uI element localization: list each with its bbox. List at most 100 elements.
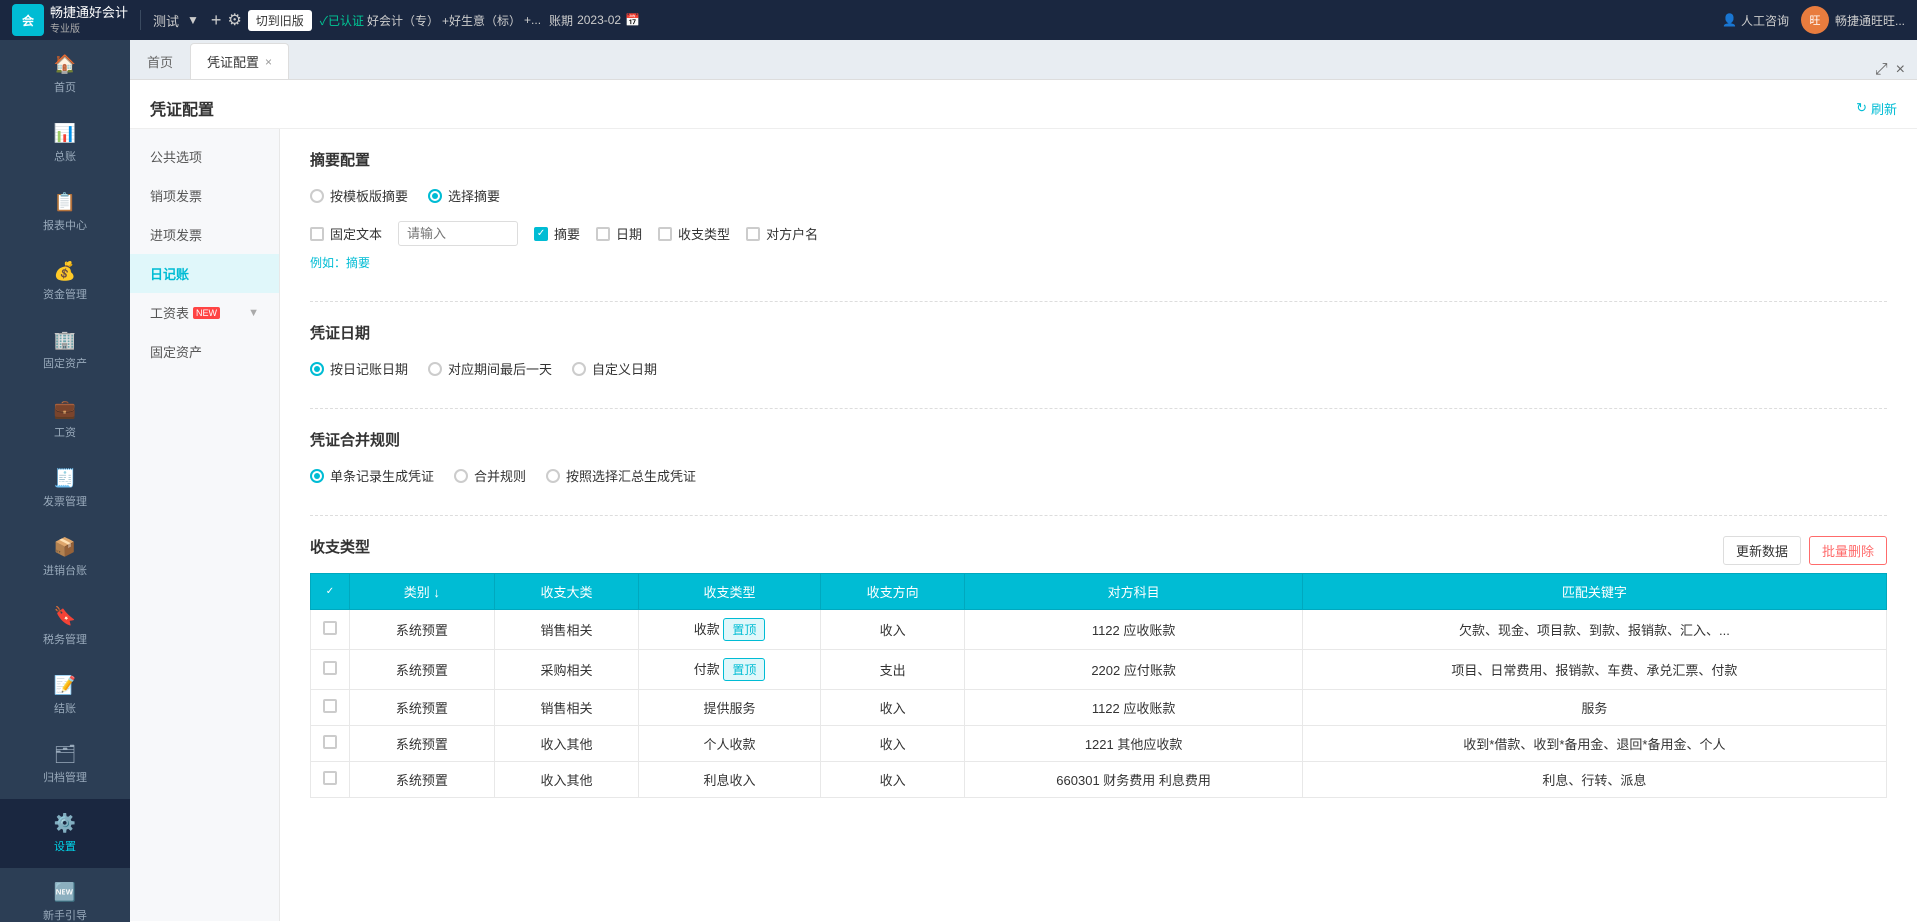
col-type: 收支类型 bbox=[639, 574, 821, 610]
row5-account: 660301 财务费用 利息费用 bbox=[965, 762, 1302, 798]
sidebar-item-settings[interactable]: ⚙️ 设置 bbox=[0, 799, 130, 868]
row5-direction: 收入 bbox=[820, 762, 965, 798]
sidebar-item-archive[interactable]: 🗂 归档管理 bbox=[0, 730, 130, 799]
left-nav-assets[interactable]: 固定资产 bbox=[130, 332, 279, 371]
checkbox-counterparty[interactable]: 对方户名 bbox=[746, 224, 818, 243]
sidebar-item-home[interactable]: 🏠 首页 bbox=[0, 40, 130, 109]
radio-template-summary[interactable]: 按模板版摘要 bbox=[310, 186, 408, 205]
logo-sub: 专业版 bbox=[50, 20, 128, 35]
merge-rules-title: 凭证合并规则 bbox=[310, 429, 1887, 450]
radio-journal-date-circle bbox=[310, 362, 324, 376]
close-books-icon: 📝 bbox=[54, 675, 76, 696]
col-category: 类别 ↓ bbox=[350, 574, 495, 610]
col-direction: 收支方向 bbox=[820, 574, 965, 610]
radio-period-last[interactable]: 对应期间最后一天 bbox=[428, 359, 552, 378]
user-menu[interactable]: 旺 畅捷通旺旺... bbox=[1801, 6, 1905, 34]
refresh-button[interactable]: ↻ 刷新 bbox=[1856, 99, 1897, 118]
left-nav-journal-label: 日记账 bbox=[150, 264, 189, 283]
table-row: 系统预置 收入其他 利息收入 收入 660301 财务费用 利息费用 利息、行转… bbox=[311, 762, 1887, 798]
radio-period-last-circle bbox=[428, 362, 442, 376]
left-nav-purchase-label: 进项发票 bbox=[150, 225, 202, 244]
col-checkbox[interactable]: ✓ bbox=[311, 574, 350, 610]
checkbox-fixed-text[interactable]: 固定文本 bbox=[310, 224, 382, 243]
avatar: 旺 bbox=[1801, 6, 1829, 34]
checkbox-counterparty-box bbox=[746, 227, 760, 241]
service-button[interactable]: 👤 人工咨询 bbox=[1722, 12, 1789, 29]
sidebar-item-funds[interactable]: 💰 资金管理 bbox=[0, 247, 130, 316]
table-action-row: 收支类型 更新数据 批量删除 bbox=[310, 536, 1887, 565]
left-nav-payroll[interactable]: 工资表 NEW ▼ bbox=[130, 293, 279, 332]
funds-icon: 💰 bbox=[54, 261, 76, 282]
row1-checkbox[interactable] bbox=[311, 610, 350, 650]
new-badge: NEW bbox=[193, 307, 220, 319]
sidebar-item-reports[interactable]: 📋 报表中心 bbox=[0, 178, 130, 247]
checkbox-type[interactable]: 收支类型 bbox=[658, 224, 730, 243]
tab-close-window-button[interactable]: × bbox=[1896, 61, 1905, 79]
row2-category: 系统预置 bbox=[350, 650, 495, 690]
row3-direction: 收入 bbox=[820, 690, 965, 726]
left-nav-sales[interactable]: 销项发票 bbox=[130, 176, 279, 215]
settings-icon[interactable]: ⚙ bbox=[227, 10, 241, 30]
radio-summary-generate[interactable]: 按照选择汇总生成凭证 bbox=[546, 466, 696, 485]
radio-merge-rules[interactable]: 合并规则 bbox=[454, 466, 526, 485]
table-body: 系统预置 销售相关 收款 置顶 收入 1122 应收账款 欠款、现金、项目款、到… bbox=[311, 610, 1887, 798]
tax-icon: 🔖 bbox=[54, 606, 76, 627]
left-nav-purchase[interactable]: 进项发票 bbox=[130, 215, 279, 254]
update-data-button[interactable]: 更新数据 bbox=[1723, 536, 1801, 565]
left-nav-assets-label: 固定资产 bbox=[150, 342, 202, 361]
row4-direction: 收入 bbox=[820, 726, 965, 762]
switch-version-button[interactable]: 切到旧版 bbox=[248, 10, 312, 31]
certified-tag: ✓已认证 好会计（专） +好生意（标） +... bbox=[320, 12, 541, 29]
row2-top-tag[interactable]: 置顶 bbox=[723, 658, 765, 681]
sidebar-item-purchase[interactable]: 📦 进销台账 bbox=[0, 523, 130, 592]
row4-major: 收入其他 bbox=[494, 726, 639, 762]
home-icon: 🏠 bbox=[54, 54, 76, 75]
checkbox-date[interactable]: 日期 bbox=[596, 224, 642, 243]
sidebar-item-tax[interactable]: 🔖 税务管理 bbox=[0, 592, 130, 661]
sidebar-item-payroll[interactable]: 💼 工资 bbox=[0, 385, 130, 454]
tab-voucher-config[interactable]: 凭证配置 × bbox=[190, 43, 289, 79]
period-info: 账期 2023-02 📅 bbox=[549, 12, 640, 29]
radio-journal-date[interactable]: 按日记账日期 bbox=[310, 359, 408, 378]
tab-home[interactable]: 首页 bbox=[130, 43, 190, 79]
row2-major: 采购相关 bbox=[494, 650, 639, 690]
sidebar-item-guide[interactable]: 🆕 新手引导 bbox=[0, 868, 130, 922]
row4-checkbox[interactable] bbox=[311, 726, 350, 762]
radio-select-label: 选择摘要 bbox=[448, 186, 500, 205]
tab-close-icon[interactable]: × bbox=[265, 55, 272, 69]
example-text: 例如：摘要 bbox=[310, 254, 1887, 271]
batch-delete-button[interactable]: 批量删除 bbox=[1809, 536, 1887, 565]
row5-checkbox[interactable] bbox=[311, 762, 350, 798]
sidebar-item-ledger[interactable]: 📊 总账 bbox=[0, 109, 130, 178]
radio-single-record[interactable]: 单条记录生成凭证 bbox=[310, 466, 434, 485]
calendar-icon[interactable]: 📅 bbox=[625, 13, 640, 27]
user-name: 畅捷通旺旺... bbox=[1835, 12, 1905, 29]
tab-voucher-label: 凭证配置 bbox=[207, 52, 259, 71]
row1-top-tag[interactable]: 置顶 bbox=[723, 618, 765, 641]
row1-major: 销售相关 bbox=[494, 610, 639, 650]
row2-account: 2202 应付账款 bbox=[965, 650, 1302, 690]
sidebar-item-assets[interactable]: 🏢 固定资产 bbox=[0, 316, 130, 385]
tab-maximize-button[interactable]: ⤢ bbox=[1875, 61, 1888, 79]
sidebar-item-invoice[interactable]: 🧾 发票管理 bbox=[0, 454, 130, 523]
radio-select-summary[interactable]: 选择摘要 bbox=[428, 186, 500, 205]
radio-custom-date-label: 自定义日期 bbox=[592, 359, 657, 378]
checkbox-abstract[interactable]: ✓ 摘要 bbox=[534, 224, 580, 243]
row3-account: 1122 应收账款 bbox=[965, 690, 1302, 726]
add-button[interactable]: + bbox=[211, 11, 222, 29]
row3-checkbox[interactable] bbox=[311, 690, 350, 726]
fixed-text-input[interactable] bbox=[398, 221, 518, 246]
radio-merge-circle bbox=[454, 469, 468, 483]
sidebar-item-close[interactable]: 📝 结账 bbox=[0, 661, 130, 730]
company-dropdown-arrow[interactable]: ▼ bbox=[187, 13, 199, 27]
topbar-divider-1 bbox=[140, 10, 141, 30]
guide-icon: 🆕 bbox=[54, 882, 76, 903]
left-nav-public[interactable]: 公共选项 bbox=[130, 137, 279, 176]
left-nav-journal[interactable]: 日记账 bbox=[130, 254, 279, 293]
checkbox-fixed-text-box bbox=[310, 227, 324, 241]
radio-custom-date[interactable]: 自定义日期 bbox=[572, 359, 657, 378]
row2-checkbox[interactable] bbox=[311, 650, 350, 690]
radio-merge-label: 合并规则 bbox=[474, 466, 526, 485]
row2-direction: 支出 bbox=[820, 650, 965, 690]
row2-keywords: 项目、日常费用、报销款、车费、承兑汇票、付款 bbox=[1302, 650, 1886, 690]
